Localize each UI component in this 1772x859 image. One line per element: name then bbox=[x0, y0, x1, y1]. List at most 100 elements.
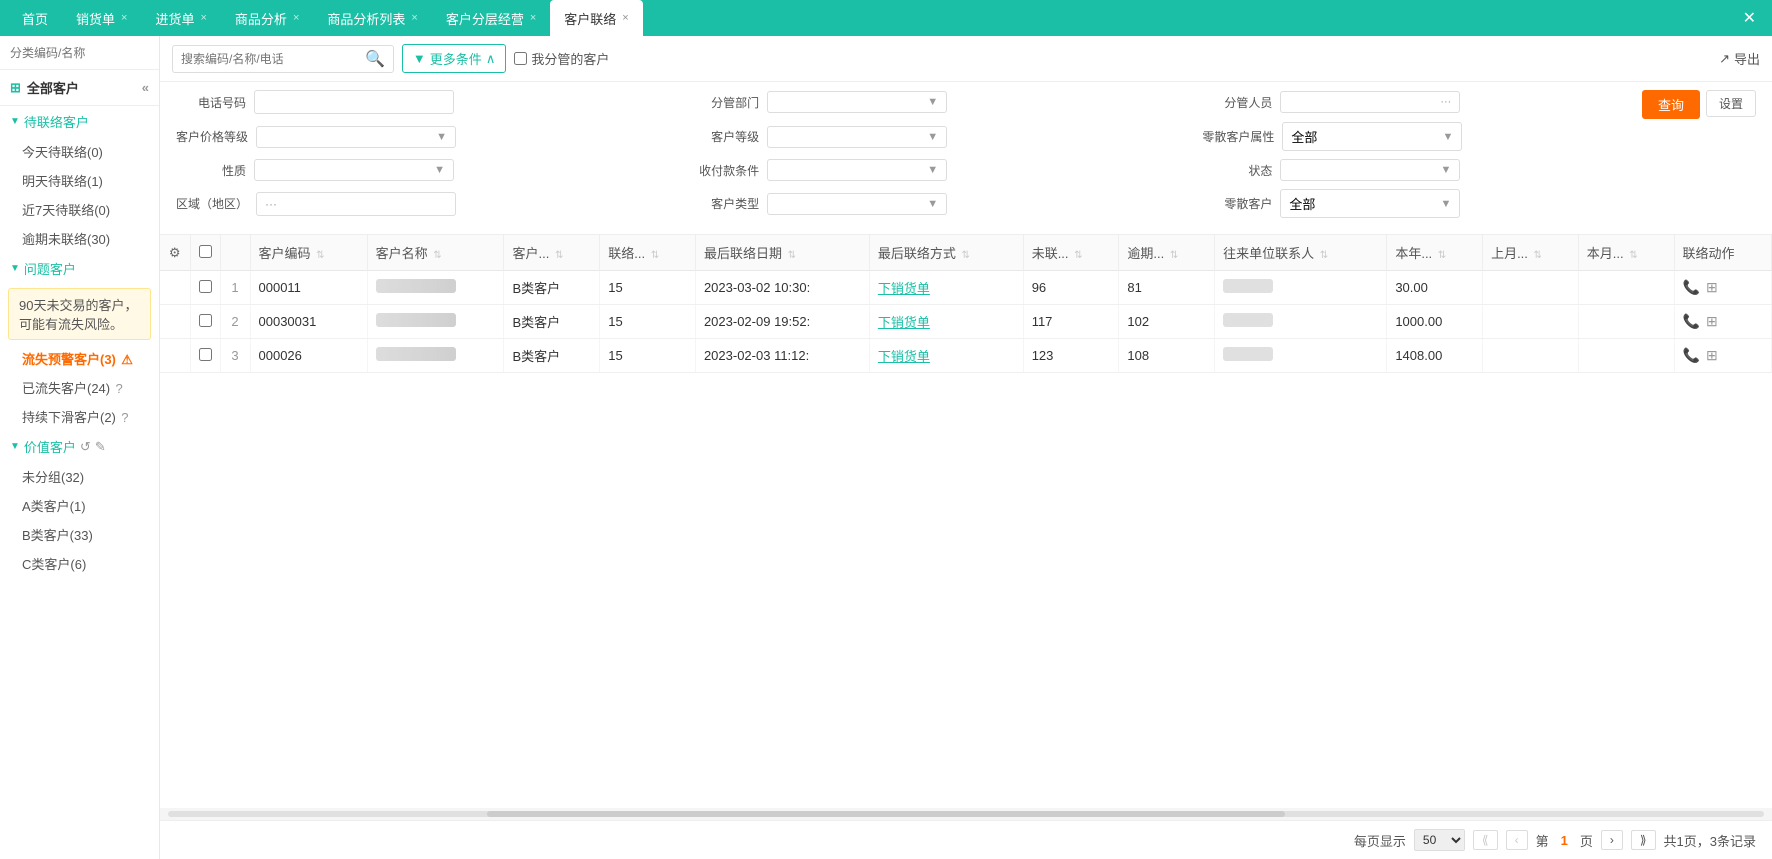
contact-icon-0[interactable]: 📞 bbox=[1683, 279, 1700, 296]
row-checkbox-0[interactable] bbox=[199, 280, 212, 293]
dept-select[interactable]: ▼ bbox=[767, 91, 947, 113]
td-checkbox-2[interactable] bbox=[190, 339, 220, 373]
last-method-link-0[interactable]: 下销货单 bbox=[878, 281, 930, 296]
scrollbar-thumb[interactable] bbox=[487, 811, 1285, 817]
price-level-select[interactable]: ▼ bbox=[256, 126, 456, 148]
td-last-method-1[interactable]: 下销货单 bbox=[869, 305, 1023, 339]
phone-input[interactable] bbox=[254, 90, 454, 114]
contact-icon-2[interactable]: 📞 bbox=[1683, 347, 1700, 364]
tab-purchase[interactable]: 进货单 × bbox=[141, 0, 220, 36]
row-checkbox-1[interactable] bbox=[199, 314, 212, 327]
th-this-year[interactable]: 本年... ⇅ bbox=[1387, 235, 1483, 271]
customer-level-select[interactable]: ▼ bbox=[767, 126, 947, 148]
more-action-icon-2[interactable]: ⊞ bbox=[1706, 347, 1718, 364]
sidebar-item-overdue[interactable]: 逾期未联络(30) bbox=[0, 224, 159, 253]
last-method-link-2[interactable]: 下销货单 bbox=[878, 349, 930, 364]
main-search-button[interactable]: 🔍 bbox=[365, 49, 385, 69]
last-method-link-1[interactable]: 下销货单 bbox=[878, 315, 930, 330]
area-input[interactable]: ··· bbox=[256, 192, 456, 216]
manager-select[interactable]: ··· bbox=[1280, 91, 1460, 113]
tab-product-analysis-list[interactable]: 商品分析列表 × bbox=[313, 0, 431, 36]
sidebar-group-pending[interactable]: ▼ 待联络客户 bbox=[0, 106, 159, 137]
sidebar-item-today[interactable]: 今天待联络(0) bbox=[0, 137, 159, 166]
th-name[interactable]: 客户名称 ⇅ bbox=[367, 235, 504, 271]
status-select[interactable]: ▼ bbox=[1280, 159, 1460, 181]
more-conditions-button[interactable]: ▼ 更多条件 ∧ bbox=[402, 44, 506, 73]
tab-customer-contact[interactable]: 客户联络 × bbox=[550, 0, 642, 36]
main-search-input[interactable] bbox=[181, 52, 361, 66]
th-code[interactable]: 客户编码 ⇅ bbox=[250, 235, 367, 271]
sidebar-item-churned[interactable]: 已流失客户(24) ? bbox=[0, 373, 159, 402]
td-action-2: 📞 ⊞ bbox=[1674, 339, 1771, 373]
export-button[interactable]: ↗ 导出 bbox=[1719, 49, 1760, 68]
current-page: 1 bbox=[1557, 833, 1572, 848]
sidebar-item-ungrouped[interactable]: 未分组(32) bbox=[0, 462, 159, 491]
sidebar-collapse-btn[interactable]: « bbox=[142, 80, 149, 95]
tab-customer-segment[interactable]: 客户分层经营 × bbox=[432, 0, 550, 36]
sidebar-item-churn-warning[interactable]: 流失预警客户(3) ⚠ bbox=[0, 344, 159, 373]
payment-select[interactable]: ▼ bbox=[767, 159, 947, 181]
th-this-month[interactable]: 本月... ⇅ bbox=[1578, 235, 1674, 271]
more-action-icon-0[interactable]: ⊞ bbox=[1706, 279, 1718, 296]
horizontal-scrollbar[interactable] bbox=[160, 808, 1772, 820]
th-checkbox[interactable] bbox=[190, 235, 220, 271]
zero-customer-select[interactable]: 全部 ▼ bbox=[1280, 189, 1460, 218]
sidebar-item-tomorrow[interactable]: 明天待联络(1) bbox=[0, 166, 159, 195]
tab-close-customer-segment[interactable]: × bbox=[530, 12, 536, 24]
refresh-icon[interactable]: ↺ bbox=[80, 439, 91, 455]
th-last-month[interactable]: 上月... ⇅ bbox=[1483, 235, 1579, 271]
th-not-contacted[interactable]: 未联... ⇅ bbox=[1023, 235, 1119, 271]
query-button[interactable]: 查询 bbox=[1642, 90, 1700, 119]
sort-icon-this-month: ⇅ bbox=[1629, 250, 1637, 261]
th-last-contact-date[interactable]: 最后联络日期 ⇅ bbox=[695, 235, 869, 271]
sidebar-group-problem[interactable]: ▼ 问题客户 bbox=[0, 253, 159, 284]
td-last-method-2[interactable]: 下销货单 bbox=[869, 339, 1023, 373]
td-level-1: B类客户 bbox=[504, 305, 600, 339]
sidebar-group-value[interactable]: ▼ 价值客户 ↺ ✎ bbox=[0, 431, 159, 462]
last-page-button[interactable]: ⟫ bbox=[1631, 830, 1656, 850]
tab-close-purchase[interactable]: × bbox=[200, 12, 206, 24]
sidebar-item-declining[interactable]: 持续下滑客户(2) ? bbox=[0, 402, 159, 431]
next-page-button[interactable]: › bbox=[1601, 830, 1623, 850]
sidebar-search-input[interactable] bbox=[10, 46, 160, 60]
nature-select[interactable]: ▼ bbox=[254, 159, 454, 181]
th-level[interactable]: 客户... ⇅ bbox=[504, 235, 600, 271]
tab-close-sales[interactable]: × bbox=[121, 12, 127, 24]
tab-product-analysis[interactable]: 商品分析 × bbox=[221, 0, 313, 36]
sidebar-item-class-c[interactable]: C类客户(6) bbox=[0, 549, 159, 578]
sidebar-item-class-b[interactable]: B类客户(33) bbox=[0, 520, 159, 549]
my-customers-checkbox[interactable] bbox=[514, 52, 527, 65]
first-page-button[interactable]: ⟪ bbox=[1473, 830, 1498, 850]
select-all-checkbox[interactable] bbox=[199, 245, 212, 258]
settings-button[interactable]: 设置 bbox=[1706, 90, 1756, 117]
prev-page-button[interactable]: ‹ bbox=[1506, 830, 1528, 850]
customer-type-select[interactable]: ▼ bbox=[767, 193, 947, 215]
sidebar-item-7days[interactable]: 近7天待联络(0) bbox=[0, 195, 159, 224]
contact-icon-1[interactable]: 📞 bbox=[1683, 313, 1700, 330]
tab-close-product-analysis[interactable]: × bbox=[293, 12, 299, 24]
page-label: 第 bbox=[1536, 831, 1549, 850]
zero-attr-select[interactable]: 全部 ▼ bbox=[1282, 122, 1462, 151]
th-overdue[interactable]: 逾期... ⇅ bbox=[1119, 235, 1215, 271]
th-contact[interactable]: 联络... ⇅ bbox=[600, 235, 696, 271]
page-size-select[interactable]: 50 100 bbox=[1414, 829, 1465, 851]
edit-icon[interactable]: ✎ bbox=[95, 439, 106, 455]
my-customers-checkbox-wrap[interactable]: 我分管的客户 bbox=[514, 49, 609, 68]
row-checkbox-2[interactable] bbox=[199, 348, 212, 361]
th-settings[interactable]: ⚙ bbox=[160, 235, 190, 271]
search-input-wrap: 🔍 bbox=[172, 45, 394, 73]
settings-icon[interactable]: ⚙ bbox=[169, 245, 181, 260]
th-last-contact-method[interactable]: 最后联络方式 ⇅ bbox=[869, 235, 1023, 271]
tab-home[interactable]: 首页 bbox=[8, 0, 62, 36]
more-action-icon-1[interactable]: ⊞ bbox=[1706, 313, 1718, 330]
td-checkbox-0[interactable] bbox=[190, 271, 220, 305]
sidebar-all-customers[interactable]: ⊞ 全部客户 « bbox=[0, 70, 159, 106]
window-close-button[interactable]: ✕ bbox=[1735, 8, 1764, 28]
tab-close-customer-contact[interactable]: × bbox=[622, 12, 628, 24]
th-unit-contact[interactable]: 往来单位联系人 ⇅ bbox=[1215, 235, 1387, 271]
td-last-method-0[interactable]: 下销货单 bbox=[869, 271, 1023, 305]
sidebar-item-class-a[interactable]: A类客户(1) bbox=[0, 491, 159, 520]
tab-close-product-analysis-list[interactable]: × bbox=[411, 12, 417, 24]
tab-sales[interactable]: 销货单 × bbox=[62, 0, 141, 36]
td-checkbox-1[interactable] bbox=[190, 305, 220, 339]
